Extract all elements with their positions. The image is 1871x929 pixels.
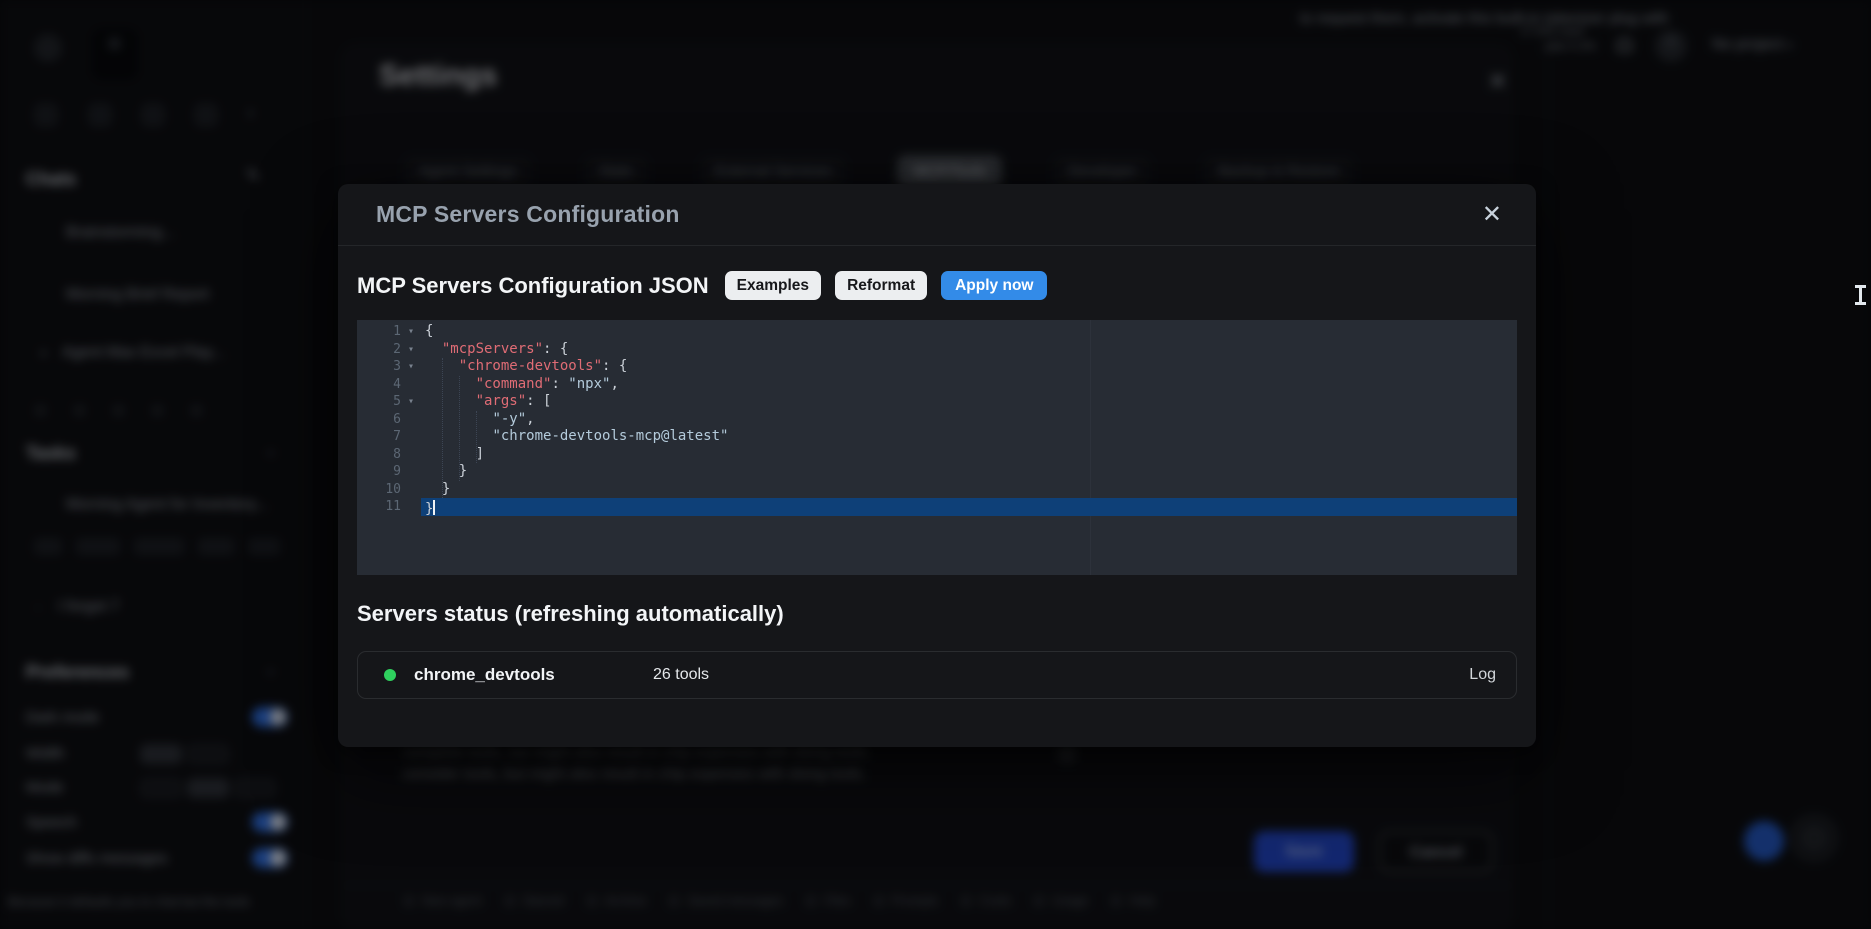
editor-line: 1 ▾{ xyxy=(357,323,1517,341)
text-ibeam-cursor xyxy=(1853,285,1867,307)
line-number: 9 xyxy=(393,464,401,479)
server-name: chrome_devtools xyxy=(414,665,555,684)
code-token: "chrome-devtools-mcp@latest" xyxy=(492,428,729,444)
editor-line: 11} xyxy=(357,498,1517,517)
code-token: "npx" xyxy=(568,375,611,392)
code-text: { xyxy=(421,323,433,341)
server-status-dot xyxy=(384,669,396,681)
code-token: { xyxy=(425,323,434,339)
server-log-link[interactable]: Log xyxy=(1469,666,1496,684)
fold-arrow-icon[interactable]: ▾ xyxy=(401,323,421,341)
code-text: "args": [ xyxy=(421,393,552,411)
code-token: "mcpServers" xyxy=(441,340,544,357)
line-number: 5 xyxy=(393,394,401,409)
code-token: : { xyxy=(602,358,628,374)
close-icon[interactable]: ✕ xyxy=(1482,202,1502,227)
json-editor[interactable]: 1 ▾{2 ▾ "mcpServers": {3 ▾ "chrome-devtools… xyxy=(357,320,1517,575)
editor-caret xyxy=(433,500,436,515)
code-text: ] xyxy=(421,446,484,464)
apply-now-button[interactable]: Apply now xyxy=(941,271,1048,300)
code-token: "-y" xyxy=(492,410,527,427)
editor-line: 9 } xyxy=(357,463,1517,481)
code-token: : xyxy=(551,375,569,392)
code-token: } xyxy=(425,463,468,479)
server-status-row: chrome_devtools 26 tools Log xyxy=(357,651,1517,699)
modal-header: MCP Servers Configuration ✕ xyxy=(338,184,1536,246)
code-token: "args" xyxy=(475,393,527,409)
editor-line: 7 "chrome-devtools-mcp@latest" xyxy=(357,428,1517,446)
line-number: 10 xyxy=(385,481,401,497)
server-tools-count: 26 tools xyxy=(653,666,710,683)
code-token: "chrome-devtools" xyxy=(458,358,603,374)
servers-status-heading: Servers status (refreshing automatically… xyxy=(357,601,784,626)
line-number: 1 xyxy=(393,324,401,339)
code-text: } xyxy=(421,481,450,499)
code-token: ] xyxy=(425,445,485,462)
line-number: 2 xyxy=(393,341,401,357)
examples-button[interactable]: Examples xyxy=(724,271,822,300)
json-section-header: MCP Servers Configuration JSON Examples … xyxy=(357,271,1517,300)
editor-line: 8 ] xyxy=(357,446,1517,464)
fold-arrow-icon[interactable]: ▾ xyxy=(401,341,421,359)
code-token: , xyxy=(610,375,619,392)
line-number: 7 xyxy=(393,429,401,444)
code-text: "chrome-devtools-mcp@latest" xyxy=(421,428,728,446)
code-text: } xyxy=(421,463,467,481)
editor-line: 4 "command": "npx", xyxy=(357,376,1517,394)
servers-list: chrome_devtools 26 tools Log xyxy=(357,651,1517,699)
code-text: "-y", xyxy=(421,410,535,429)
code-token: "command" xyxy=(475,375,552,392)
code-text: "command": "npx", xyxy=(421,376,619,394)
line-number: 3 xyxy=(393,359,401,374)
line-number: 6 xyxy=(393,411,401,427)
line-number: 8 xyxy=(393,446,401,462)
mcp-servers-config-modal: MCP Servers Configuration ✕ MCP Servers … xyxy=(338,184,1536,747)
reformat-button[interactable]: Reformat xyxy=(835,271,928,300)
code-token: : { xyxy=(543,340,569,357)
code-text: "mcpServers": { xyxy=(421,341,568,359)
line-number: 11 xyxy=(385,499,401,514)
code-token: : [ xyxy=(526,393,552,409)
modal-title: MCP Servers Configuration xyxy=(376,201,680,227)
modal-body: MCP Servers Configuration JSON Examples … xyxy=(338,246,1536,699)
editor-line: 2 ▾ "mcpServers": { xyxy=(357,341,1517,359)
code-token: , xyxy=(526,410,535,427)
code-text: } xyxy=(421,498,436,517)
editor-line: 5 ▾ "args": [ xyxy=(357,393,1517,411)
code-text: "chrome-devtools": { xyxy=(421,358,628,376)
line-number: 4 xyxy=(393,376,401,392)
code-token: } xyxy=(425,480,451,497)
fold-arrow-icon[interactable]: ▾ xyxy=(401,393,421,411)
editor-line: 3 ▾ "chrome-devtools": { xyxy=(357,358,1517,376)
editor-line: 6 "-y", xyxy=(357,411,1517,429)
fold-arrow-icon[interactable]: ▾ xyxy=(401,358,421,376)
editor-lines: 1 ▾{2 ▾ "mcpServers": {3 ▾ "chrome-devtools… xyxy=(357,320,1517,517)
screen: › Chats ✎ Brainstorming... Morning Brief… xyxy=(0,0,1871,929)
code-token: } xyxy=(425,501,434,517)
editor-line: 10 } xyxy=(357,481,1517,499)
json-section-heading: MCP Servers Configuration JSON xyxy=(357,272,709,298)
